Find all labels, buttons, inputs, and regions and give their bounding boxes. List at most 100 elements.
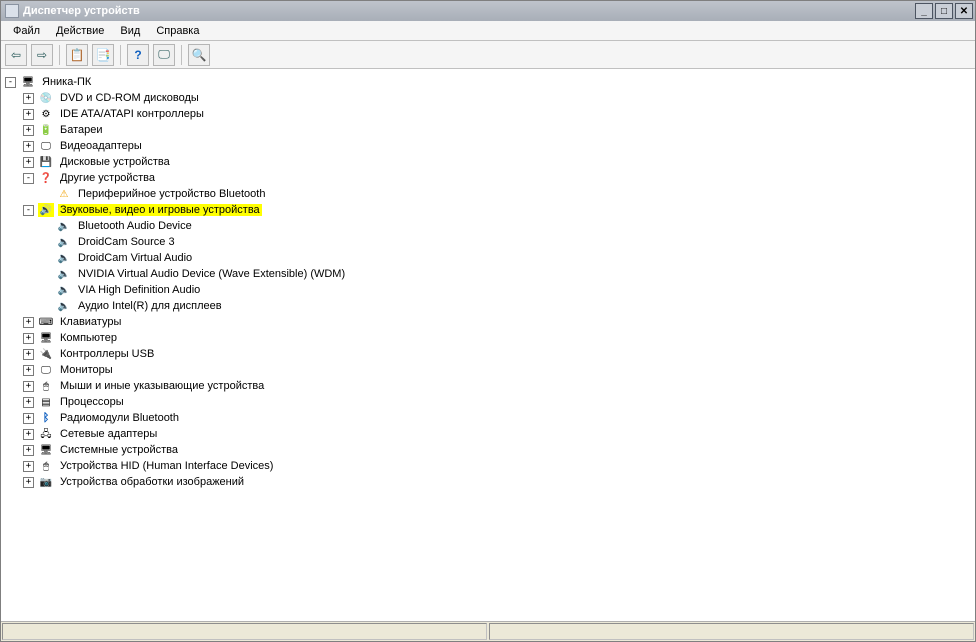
tree-node[interactable]: +Клавиатуры <box>23 314 973 330</box>
close-button[interactable]: ✕ <box>955 3 973 19</box>
tree-node-label: Батареи <box>58 124 105 136</box>
menu-view[interactable]: Вид <box>112 23 148 39</box>
expand-toggle[interactable]: - <box>23 173 34 184</box>
tree-node-label: Дисковые устройства <box>58 156 172 168</box>
expand-toggle[interactable]: + <box>23 429 34 440</box>
tree-node[interactable]: Периферийное устройство Bluetooth <box>41 186 973 202</box>
icon-speaker-icon <box>56 251 72 265</box>
tree-node[interactable]: +Устройства обработки изображений <box>23 474 973 490</box>
help-icon: ? <box>134 48 141 62</box>
expand-toggle[interactable]: + <box>23 349 34 360</box>
toolbar-forward-button[interactable]: ⇨ <box>31 44 53 66</box>
tree-node[interactable]: Bluetooth Audio Device <box>41 218 973 234</box>
list-icon: 📋 <box>70 48 85 62</box>
toolbar-scan-button[interactable]: 🔍 <box>188 44 210 66</box>
tree-node-label: Аудио Intel(R) для дисплеев <box>76 300 224 312</box>
tree-node[interactable]: + Дисковые устройства <box>23 154 973 170</box>
tree-node[interactable]: + Сетевые адаптеры <box>23 426 973 442</box>
expand-toggle[interactable]: + <box>23 93 34 104</box>
toolbar-separator <box>120 45 121 65</box>
icon-speaker-icon <box>56 219 72 233</box>
toggle-spacer <box>41 221 52 232</box>
tree-node[interactable]: +Видеоадаптеры <box>23 138 973 154</box>
expand-toggle[interactable]: - <box>5 77 16 88</box>
tree-node-label: Радиомодули Bluetooth <box>58 412 181 424</box>
icon-hid-icon <box>38 459 54 473</box>
tree-node-label: Мыши и иные указывающие устройства <box>58 380 266 392</box>
expand-toggle[interactable]: + <box>23 477 34 488</box>
toolbar-view-button[interactable]: 🖵 <box>153 44 175 66</box>
tree-node[interactable]: DroidCam Source 3 <box>41 234 973 250</box>
icon-computer-icon <box>38 331 54 345</box>
expand-toggle[interactable]: + <box>23 141 34 152</box>
menu-file[interactable]: Файл <box>5 23 48 39</box>
tree-node[interactable]: +Контроллеры USB <box>23 346 973 362</box>
icon-keyboard-icon <box>38 315 54 329</box>
tree-node-label: Сетевые адаптеры <box>58 428 159 440</box>
tree-node-label: Устройства HID (Human Interface Devices) <box>58 460 275 472</box>
tree-node[interactable]: + IDE ATA/ATAPI контроллеры <box>23 106 973 122</box>
tree-node[interactable]: +Компьютер <box>23 330 973 346</box>
tree-node[interactable]: +Процессоры <box>23 394 973 410</box>
icon-bt-icon <box>38 411 54 425</box>
expand-toggle[interactable]: + <box>23 461 34 472</box>
tree-node-label: IDE ATA/ATAPI контроллеры <box>58 108 206 120</box>
icon-battery-icon <box>38 123 54 137</box>
toolbar: ⇦ ⇨ 📋 📑 ? 🖵 🔍 <box>1 41 975 69</box>
expand-toggle[interactable]: + <box>23 333 34 344</box>
expand-toggle[interactable]: + <box>23 157 34 168</box>
icon-disk-icon <box>38 155 54 169</box>
tree-node[interactable]: + Батареи <box>23 122 973 138</box>
expand-toggle[interactable]: + <box>23 397 34 408</box>
tree-node[interactable]: +Мониторы <box>23 362 973 378</box>
app-icon <box>5 4 19 18</box>
toggle-spacer <box>41 285 52 296</box>
tree-node[interactable]: - Звуковые, видео и игровые устройства <box>23 202 973 218</box>
tree-node-label: DVD и CD-ROM дисководы <box>58 92 201 104</box>
device-manager-window: Диспетчер устройств _ □ ✕ Файл Действие … <box>0 0 976 642</box>
tree-node[interactable]: + Мыши и иные указывающие устройства <box>23 378 973 394</box>
expand-toggle[interactable]: - <box>23 205 34 216</box>
tree-node[interactable]: + Устройства HID (Human Interface Devices… <box>23 458 973 474</box>
toggle-spacer <box>41 253 52 264</box>
menu-help[interactable]: Справка <box>148 23 207 39</box>
icon-cd-icon <box>38 91 54 105</box>
expand-toggle[interactable]: + <box>23 445 34 456</box>
status-pane-2 <box>489 623 974 640</box>
icon-controller-icon <box>38 107 54 121</box>
expand-toggle[interactable]: + <box>23 317 34 328</box>
expand-toggle[interactable]: + <box>23 413 34 424</box>
expand-toggle[interactable]: + <box>23 381 34 392</box>
toolbar-properties-button[interactable]: 📑 <box>92 44 114 66</box>
properties-icon: 📑 <box>96 48 111 62</box>
tree-node[interactable]: + Системные устройства <box>23 442 973 458</box>
tree-node[interactable]: + Радиомодули Bluetooth <box>23 410 973 426</box>
tree-node[interactable]: VIA High Definition Audio <box>41 282 973 298</box>
title-bar[interactable]: Диспетчер устройств _ □ ✕ <box>1 1 975 21</box>
tree-node[interactable]: Аудио Intel(R) для дисплеев <box>41 298 973 314</box>
expand-toggle[interactable]: + <box>23 365 34 376</box>
expand-toggle[interactable]: + <box>23 125 34 136</box>
toolbar-back-button[interactable]: ⇦ <box>5 44 27 66</box>
toggle-spacer <box>41 189 52 200</box>
icon-net-icon <box>38 427 54 441</box>
toolbar-help-button[interactable]: ? <box>127 44 149 66</box>
tree-node[interactable]: DroidCam Virtual Audio <box>41 250 973 266</box>
tree-node-label: Системные устройства <box>58 444 180 456</box>
tree-node-label: Звуковые, видео и игровые устройства <box>58 204 262 216</box>
maximize-button[interactable]: □ <box>935 3 953 19</box>
tree-node[interactable]: -Другие устройства <box>23 170 973 186</box>
menu-bar: Файл Действие Вид Справка <box>1 21 975 41</box>
minimize-button[interactable]: _ <box>915 3 933 19</box>
menu-action[interactable]: Действие <box>48 23 112 39</box>
arrow-left-icon: ⇦ <box>11 48 21 62</box>
toolbar-show-button[interactable]: 📋 <box>66 44 88 66</box>
expand-toggle[interactable]: + <box>23 109 34 120</box>
device-tree-panel[interactable]: -Яника-ПК + DVD и CD-ROM дисководы + IDE ATA… <box>1 69 975 621</box>
icon-system-icon <box>38 443 54 457</box>
tree-node[interactable]: + DVD и CD-ROM дисководы <box>23 90 973 106</box>
tree-root-node[interactable]: -Яника-ПК <box>5 74 973 90</box>
computer-icon <box>20 75 36 89</box>
tree-node[interactable]: NVIDIA Virtual Audio Device (Wave Extens… <box>41 266 973 282</box>
arrow-right-icon: ⇨ <box>37 48 47 62</box>
